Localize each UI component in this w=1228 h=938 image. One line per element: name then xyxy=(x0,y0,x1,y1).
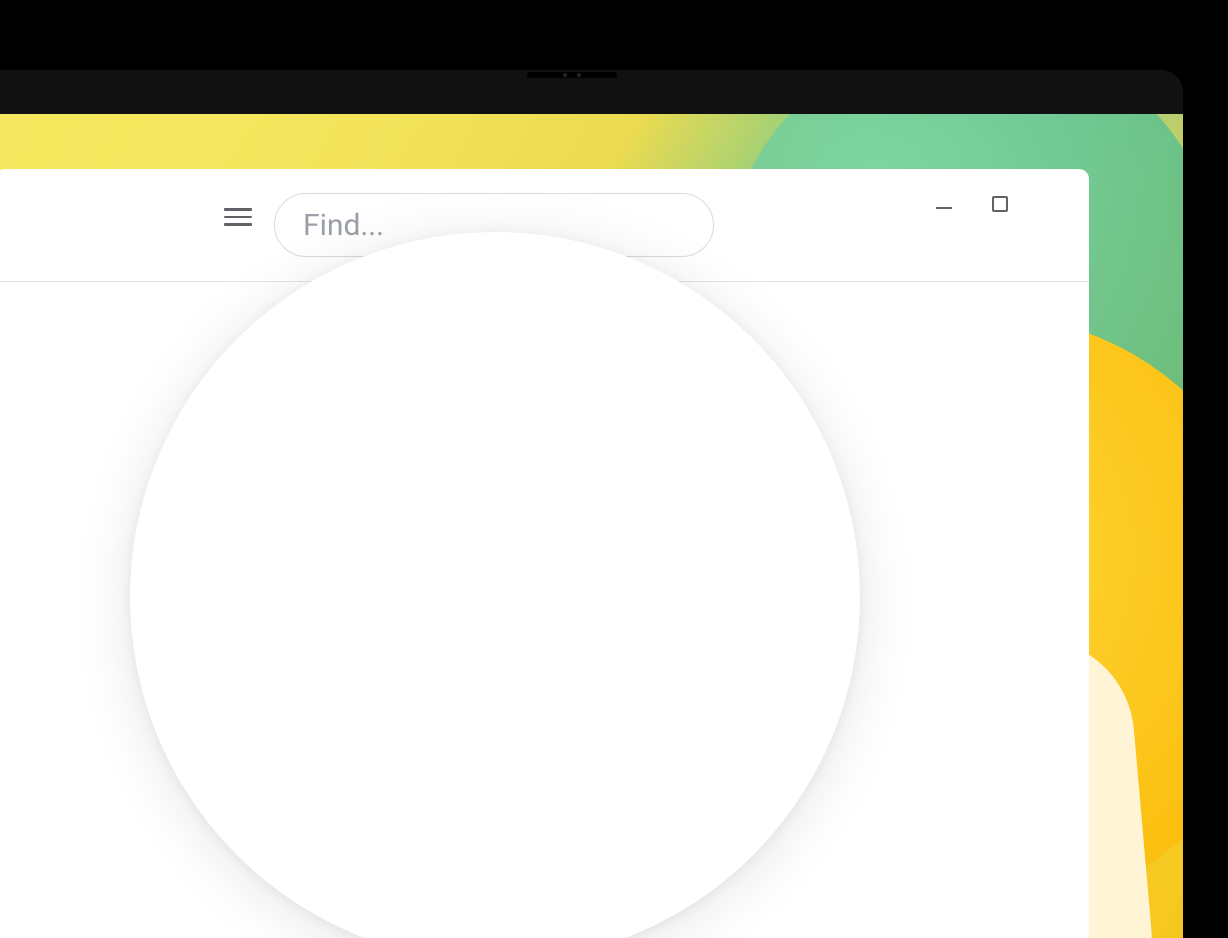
hamburger-icon xyxy=(224,223,252,226)
camera-dot xyxy=(577,73,581,77)
close-button[interactable] xyxy=(1041,189,1071,219)
hamburger-icon xyxy=(224,208,252,211)
camera-notch xyxy=(527,72,617,78)
hamburger-icon xyxy=(224,216,252,219)
maximize-button[interactable] xyxy=(985,189,1015,219)
screen-wallpaper: Hello! How are your delete xyxy=(0,114,1183,938)
window-controls xyxy=(929,189,1071,219)
maximize-icon xyxy=(992,196,1008,212)
minimize-icon xyxy=(936,207,952,209)
magnifier-overlay xyxy=(130,232,860,938)
laptop-frame: Hello! How are your delete xyxy=(0,60,1193,938)
camera-dot xyxy=(563,73,567,77)
laptop-bezel: Hello! How are your delete xyxy=(0,70,1183,938)
menu-button[interactable] xyxy=(224,203,252,231)
minimize-button[interactable] xyxy=(929,189,959,219)
